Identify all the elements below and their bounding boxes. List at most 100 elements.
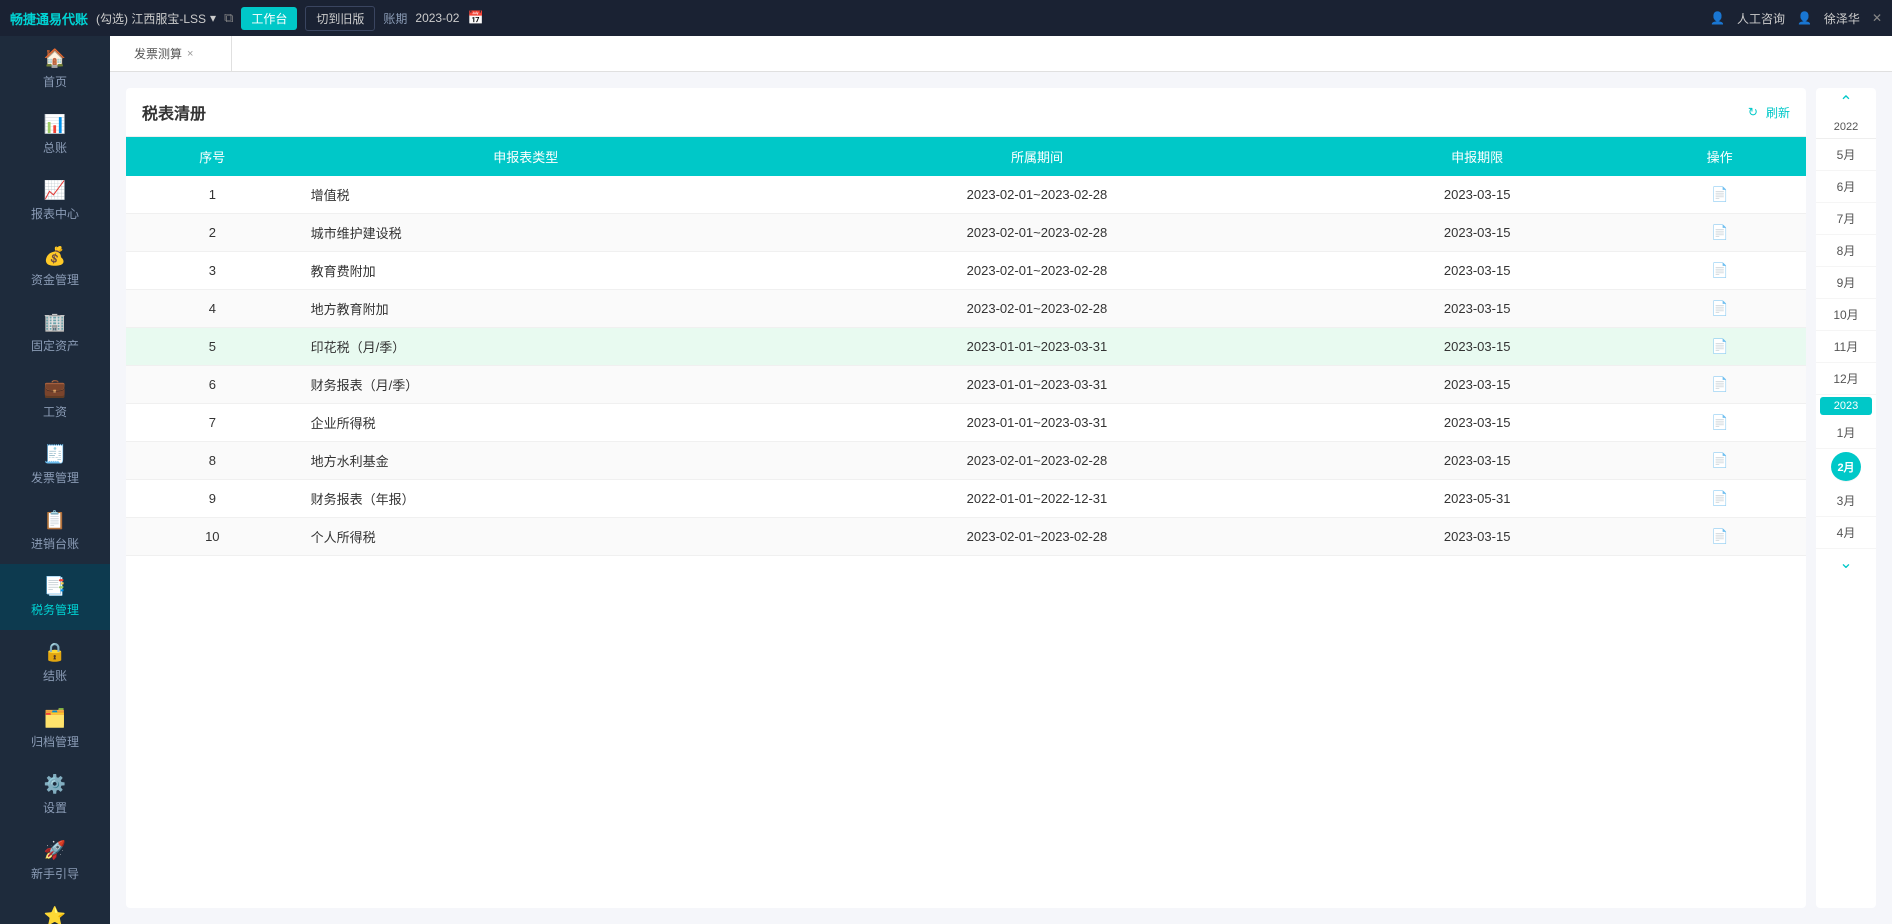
sidebar-item-fund[interactable]: 💰资金管理 [0, 234, 110, 300]
action-cell[interactable]: 📄 [1633, 404, 1806, 442]
action-cell[interactable]: 📄 [1633, 214, 1806, 252]
sidebar-item-label: 固定资产 [31, 337, 79, 354]
company-selector[interactable]: (勾选) 江西服宝-LSS ▾ [96, 10, 216, 27]
action-cell[interactable]: 📄 [1633, 442, 1806, 480]
calendar-month[interactable]: 11月 [1816, 331, 1876, 363]
type-cell: 财务报表（月/季） [299, 366, 753, 404]
period-cell: 2023-02-01~2023-02-28 [753, 214, 1321, 252]
sidebar-item-purchase[interactable]: 📋进销台账 [0, 498, 110, 564]
user-avatar: 👤 [1797, 11, 1812, 25]
action-icon[interactable]: 📄 [1711, 338, 1728, 354]
sidebar-item-invoice[interactable]: 🧾发票管理 [0, 432, 110, 498]
sidebar-item-salary[interactable]: 💼工资 [0, 366, 110, 432]
sidebar-item-report[interactable]: 📈报表中心 [0, 168, 110, 234]
type-cell: 地方水利基金 [299, 442, 753, 480]
period-label: 账期 [383, 10, 407, 27]
action-icon[interactable]: 📄 [1711, 300, 1728, 316]
action-cell[interactable]: 📄 [1633, 252, 1806, 290]
deadline-cell: 2023-03-15 [1321, 404, 1633, 442]
action-cell[interactable]: 📄 [1633, 328, 1806, 366]
switch-old-button[interactable]: 切到旧版 [305, 6, 375, 31]
salary-icon: 💼 [44, 378, 66, 399]
calendar-month[interactable]: 1月 [1816, 417, 1876, 449]
ledger-icon: 📊 [44, 114, 66, 135]
action-icon[interactable]: 📄 [1711, 414, 1728, 430]
calendar-month[interactable]: 3月 [1816, 485, 1876, 517]
type-cell: 企业所得税 [299, 404, 753, 442]
table-row: 4 地方教育附加 2023-02-01~2023-02-28 2023-03-1… [126, 290, 1806, 328]
action-icon[interactable]: 📄 [1711, 224, 1728, 240]
app-logo: 畅捷通易代账 [10, 9, 88, 28]
table-row: 9 财务报表（年报） 2022-01-01~2022-12-31 2023-05… [126, 480, 1806, 518]
sidebar: 🏠首页 📊 总账 📈报表中心💰资金管理 🏢 固定资产 💼工资🧾发票管理📋进销台账📑税务管理🔒… [0, 36, 110, 924]
type-cell: 个人所得税 [299, 518, 753, 556]
sidebar-item-home[interactable]: 🏠首页 [0, 36, 110, 102]
calendar-month[interactable]: 7月 [1816, 203, 1876, 235]
action-icon[interactable]: 📄 [1711, 528, 1728, 544]
tax-table: 序号申报表类型所属期间申报期限操作 1 增值税 2023-02-01~2023-… [126, 137, 1806, 556]
sidebar-item-settings[interactable]: ⚙️设置 [0, 762, 110, 828]
tab-invoice_calc[interactable]: 发票测算 × [120, 36, 232, 72]
calendar-icon[interactable]: 📅 [467, 10, 483, 26]
deadline-cell: 2023-03-15 [1321, 176, 1633, 214]
period-cell: 2022-01-01~2022-12-31 [753, 480, 1321, 518]
deadline-cell: 2023-03-15 [1321, 442, 1633, 480]
action-cell[interactable]: 📄 [1633, 480, 1806, 518]
sidebar-item-close_period[interactable]: 🔒结账 [0, 630, 110, 696]
deadline-cell: 2023-03-15 [1321, 518, 1633, 556]
sidebar-item-fixed[interactable]: 🏢 固定资产 [0, 300, 110, 366]
tab-close-icon[interactable]: × [187, 48, 193, 60]
type-cell: 城市维护建设税 [299, 214, 753, 252]
refresh-button[interactable]: ↻ 刷新 [1748, 104, 1790, 121]
action-cell[interactable]: 📄 [1633, 176, 1806, 214]
seq-cell: 10 [126, 518, 299, 556]
calendar-month[interactable]: 5月 [1816, 139, 1876, 171]
sidebar-item-archive[interactable]: 🗂️归档管理 [0, 696, 110, 762]
type-cell: 增值税 [299, 176, 753, 214]
calendar-month[interactable]: 10月 [1816, 299, 1876, 331]
calendar-month[interactable]: 2月 [1831, 452, 1861, 482]
close-icon[interactable]: ✕ [1872, 11, 1882, 25]
action-cell[interactable]: 📄 [1633, 518, 1806, 556]
calendar-month[interactable]: 4月 [1816, 517, 1876, 549]
sidebar-item-member[interactable]: ⭐畅会员 [0, 894, 110, 924]
calendar-down-icon[interactable]: ⌄ [1816, 549, 1876, 577]
page-content: 税表清册 ↻ 刷新 序号申报表类型所属期间申报期限操作 1 增值税 2023-0… [110, 72, 1892, 924]
seq-cell: 4 [126, 290, 299, 328]
customer-service-icon[interactable]: 👤 [1710, 11, 1725, 25]
sidebar-item-label: 归档管理 [31, 733, 79, 750]
table-row: 7 企业所得税 2023-01-01~2023-03-31 2023-03-15… [126, 404, 1806, 442]
sidebar-item-ledger[interactable]: 📊 总账 [0, 102, 110, 168]
action-cell[interactable]: 📄 [1633, 290, 1806, 328]
tab-label: 发票测算 [134, 45, 182, 62]
table-header: 操作 [1633, 137, 1806, 176]
invoice-icon: 🧾 [44, 444, 66, 465]
type-cell: 教育费附加 [299, 252, 753, 290]
action-icon[interactable]: 📄 [1711, 262, 1728, 278]
action-icon[interactable]: 📄 [1711, 452, 1728, 468]
action-icon[interactable]: 📄 [1711, 186, 1728, 202]
customer-service-label[interactable]: 人工咨询 [1737, 10, 1785, 27]
copy-icon[interactable]: ⧉ [224, 10, 233, 26]
sidebar-item-label: 报表中心 [31, 205, 79, 222]
fixed-icon: 🏢 [44, 312, 66, 333]
table-row: 2 城市维护建设税 2023-02-01~2023-02-28 2023-03-… [126, 214, 1806, 252]
panel-header: 税表清册 ↻ 刷新 [126, 88, 1806, 137]
seq-cell: 5 [126, 328, 299, 366]
seq-cell: 6 [126, 366, 299, 404]
calendar-up-icon[interactable]: ⌃ [1816, 88, 1876, 116]
calendar-month[interactable]: 9月 [1816, 267, 1876, 299]
sidebar-item-newbie[interactable]: 🚀新手引导 [0, 828, 110, 894]
calendar-month[interactable]: 8月 [1816, 235, 1876, 267]
sidebar-item-tax[interactable]: 📑税务管理 [0, 564, 110, 630]
action-icon[interactable]: 📄 [1711, 490, 1728, 506]
action-cell[interactable]: 📄 [1633, 366, 1806, 404]
company-name: (勾选) 江西服宝-LSS [96, 10, 206, 27]
table-header: 申报表类型 [299, 137, 753, 176]
workbench-button[interactable]: 工作台 [241, 7, 297, 30]
calendar-month[interactable]: 12月 [1816, 363, 1876, 395]
refresh-icon: ↻ [1748, 105, 1758, 119]
action-icon[interactable]: 📄 [1711, 376, 1728, 392]
calendar-month[interactable]: 6月 [1816, 171, 1876, 203]
sidebar-item-label: 总账 [43, 139, 67, 156]
